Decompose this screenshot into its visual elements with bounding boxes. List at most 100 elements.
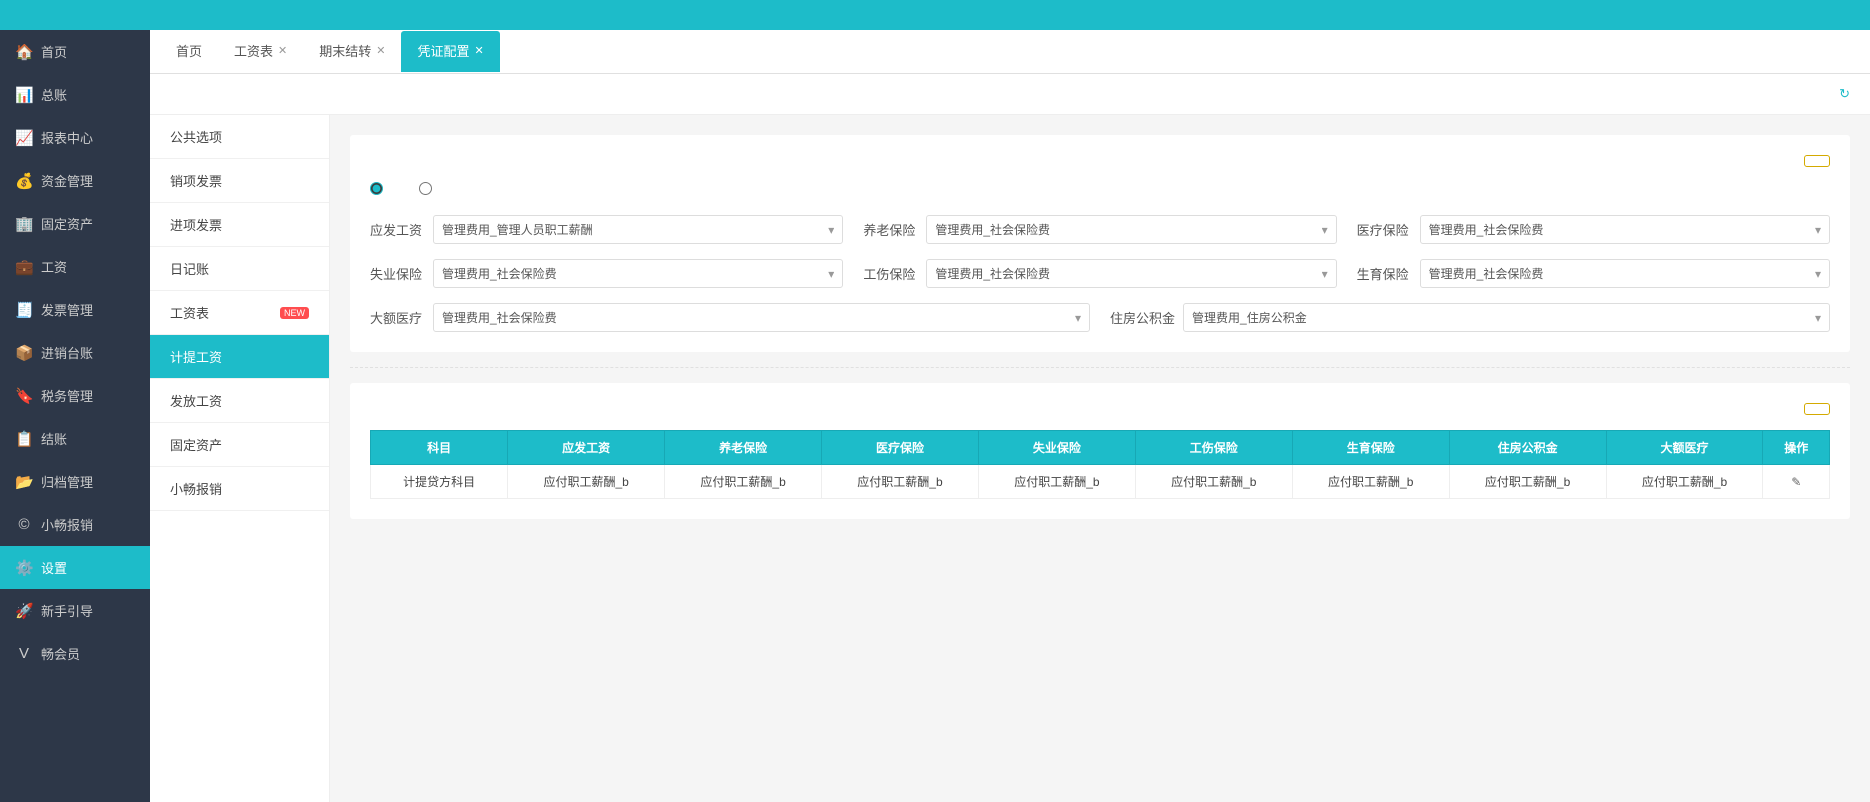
tab-period-close[interactable]: 期末结转 ✕ bbox=[303, 31, 401, 72]
table-cell: 应付职工薪酬_b bbox=[1292, 465, 1449, 499]
tab-close-salary-table[interactable]: ✕ bbox=[278, 44, 287, 57]
edit-icon[interactable]: ✎ bbox=[1791, 475, 1801, 489]
form-label: 养老保险 bbox=[863, 220, 918, 239]
sub-menu-item-pay-salary[interactable]: 发放工资 bbox=[150, 379, 329, 423]
table-cell: 应付职工薪酬_b bbox=[508, 465, 665, 499]
debit-section-header bbox=[370, 155, 1830, 167]
form-select[interactable]: 管理费用_社会保险费 ▾ bbox=[433, 259, 843, 288]
tab-close-voucher-config[interactable]: ✕ bbox=[475, 44, 484, 57]
form-item: 生育保险 管理费用_社会保险费 ▾ bbox=[1357, 259, 1830, 288]
chevron-down-icon: ▾ bbox=[1815, 267, 1821, 281]
form-label: 工伤保险 bbox=[863, 264, 918, 283]
sidebar-icon-member: V bbox=[15, 645, 33, 662]
sub-menu-label-salary-table: 工资表 bbox=[170, 303, 209, 322]
form-select[interactable]: 管理费用_住房公积金 ▾ bbox=[1183, 303, 1830, 332]
sidebar-item-guide[interactable]: 🚀 新手引导 bbox=[0, 589, 150, 632]
chevron-down-icon: ▾ bbox=[1322, 223, 1328, 237]
sub-menu-item-credit-invoice[interactable]: 销项发票 bbox=[150, 159, 329, 203]
sidebar-item-salary[interactable]: 💼 工资 bbox=[0, 245, 150, 288]
sidebar-item-assets[interactable]: 🏢固定资产 bbox=[0, 202, 150, 245]
sidebar-item-reports[interactable]: 📈报表中心 bbox=[0, 116, 150, 159]
sidebar-label-archive: 归档管理 bbox=[41, 472, 93, 491]
sidebar-icon-salary: 💼 bbox=[15, 258, 33, 276]
table-header: 医疗保险 bbox=[822, 431, 979, 465]
form-select-value: 管理费用_社会保险费 bbox=[1429, 221, 1544, 238]
radio-basic[interactable] bbox=[370, 182, 389, 195]
table-cell: 应付职工薪酬_b bbox=[665, 465, 822, 499]
main-content: 应发工资 管理费用_管理人员职工薪酬 ▾ 养老保险 管理费用_社会保险费 ▾ 医… bbox=[330, 115, 1870, 802]
debit-form-row1: 应发工资 管理费用_管理人员职工薪酬 ▾ 养老保险 管理费用_社会保险费 ▾ 医… bbox=[370, 215, 1830, 244]
table-cell: 应付职工薪酬_b bbox=[978, 465, 1135, 499]
tab-close-period-close[interactable]: ✕ bbox=[376, 44, 385, 57]
sidebar-item-inventory[interactable]: 📦进销台账 bbox=[0, 331, 150, 374]
tab-voucher-config[interactable]: 凭证配置 ✕ bbox=[401, 31, 499, 72]
form-item: 住房公积金 管理费用_住房公积金 ▾ bbox=[1110, 303, 1830, 332]
form-select-value: 管理费用_社会保险费 bbox=[442, 265, 557, 282]
sidebar-label-salary: 工资 bbox=[41, 257, 67, 276]
form-select-value: 管理费用_社会保险费 bbox=[935, 221, 1050, 238]
form-select[interactable]: 管理费用_社会保险费 ▾ bbox=[1420, 215, 1830, 244]
credit-section-header bbox=[370, 403, 1830, 415]
form-select-value: 管理费用_社会保险费 bbox=[935, 265, 1050, 282]
sub-menu-item-public[interactable]: 公共选项 bbox=[150, 115, 329, 159]
sidebar-label-home: 首页 bbox=[41, 42, 67, 61]
credit-table: 科目应发工资养老保险医疗保险失业保险工伤保险生育保险住房公积金大额医疗操作 计提… bbox=[370, 430, 1830, 499]
sub-menu-item-xiao-expense[interactable]: 小畅报销 bbox=[150, 467, 329, 511]
debit-form-row2: 失业保险 管理费用_社会保险费 ▾ 工伤保险 管理费用_社会保险费 ▾ 生育保险… bbox=[370, 259, 1830, 288]
sidebar-item-member[interactable]: V畅会员 bbox=[0, 632, 150, 675]
sub-menu-label-public: 公共选项 bbox=[170, 127, 222, 146]
sidebar-item-funds[interactable]: 💰资金管理 bbox=[0, 159, 150, 202]
form-label: 生育保险 bbox=[1357, 264, 1412, 283]
radio-dept[interactable] bbox=[419, 182, 438, 195]
table-cell: 应付职工薪酬_b bbox=[1606, 465, 1763, 499]
form-select-value: 管理费用_住房公积金 bbox=[1192, 309, 1307, 326]
form-select[interactable]: 管理费用_管理人员职工薪酬 ▾ bbox=[433, 215, 843, 244]
tab-label-voucher-config: 凭证配置 bbox=[417, 41, 469, 60]
credit-section: 科目应发工资养老保险医疗保险失业保险工伤保险生育保险住房公积金大额医疗操作 计提… bbox=[350, 383, 1850, 519]
sidebar-icon-guide: 🚀 bbox=[15, 602, 33, 620]
chevron-down-icon: ▾ bbox=[1815, 223, 1821, 237]
sidebar-icon-settings: ⚙️ bbox=[15, 559, 33, 577]
form-select[interactable]: 管理费用_社会保险费 ▾ bbox=[1420, 259, 1830, 288]
refresh-button[interactable]: ↻ bbox=[1839, 86, 1850, 102]
tab-salary-table[interactable]: 工资表✕ bbox=[218, 31, 303, 72]
sidebar-icon-reports: 📈 bbox=[15, 129, 33, 147]
sub-menu-item-debit-invoice[interactable]: 进项发票 bbox=[150, 203, 329, 247]
form-label: 失业保险 bbox=[370, 264, 425, 283]
form-select-value: 管理费用_社会保险费 bbox=[442, 309, 557, 326]
form-label: 应发工资 bbox=[370, 220, 425, 239]
sidebar-item-home[interactable]: 🏠首页 bbox=[0, 30, 150, 73]
sub-menu-item-fixed-assets[interactable]: 固定资产 bbox=[150, 423, 329, 467]
credit-auto-match-button[interactable] bbox=[1804, 403, 1830, 415]
form-item: 失业保险 管理费用_社会保险费 ▾ bbox=[370, 259, 843, 288]
table-header: 失业保险 bbox=[978, 431, 1135, 465]
sub-menu-item-journal[interactable]: 日记账 bbox=[150, 247, 329, 291]
tab-home[interactable]: 首页 bbox=[160, 31, 218, 72]
tab-label-period-close: 期末结转 bbox=[319, 41, 371, 60]
debit-form-row3: 大额医疗 管理费用_社会保险费 ▾ 住房公积金 管理费用_住房公积金 ▾ bbox=[370, 303, 1830, 332]
page-header: ↻ bbox=[150, 74, 1870, 115]
debit-auto-match-button[interactable] bbox=[1804, 155, 1830, 167]
sidebar-item-tax[interactable]: 🔖税务管理 bbox=[0, 374, 150, 417]
form-item: 工伤保险 管理费用_社会保险费 ▾ bbox=[863, 259, 1336, 288]
table-cell-edit[interactable]: ✎ bbox=[1763, 465, 1830, 499]
sub-menu-item-salary-table[interactable]: 工资表NEW bbox=[150, 291, 329, 335]
form-item: 大额医疗 管理费用_社会保险费 ▾ bbox=[370, 303, 1090, 332]
form-select[interactable]: 管理费用_社会保险费 ▾ bbox=[926, 215, 1336, 244]
sidebar-item-settings[interactable]: ⚙️设置 bbox=[0, 546, 150, 589]
sidebar-label-assets: 固定资产 bbox=[41, 214, 93, 233]
sidebar-icon-invoice: 🧾 bbox=[15, 301, 33, 319]
sidebar-item-ledger[interactable]: 📊总账 bbox=[0, 73, 150, 116]
sidebar-icon-close: 📋 bbox=[15, 430, 33, 448]
sidebar-label-guide: 新手引导 bbox=[41, 601, 93, 620]
sidebar-item-xiao-report[interactable]: ©小畅报销 bbox=[0, 503, 150, 546]
sub-menu-item-calc-salary[interactable]: 计提工资 bbox=[150, 335, 329, 379]
form-select[interactable]: 管理费用_社会保险费 ▾ bbox=[433, 303, 1090, 332]
sidebar-item-close[interactable]: 📋结账 bbox=[0, 417, 150, 460]
content-wrapper: 公共选项销项发票进项发票日记账工资表NEW计提工资发放工资固定资产小畅报销 bbox=[150, 115, 1870, 802]
sub-menu-label-debit-invoice: 进项发票 bbox=[170, 215, 222, 234]
sidebar-item-archive[interactable]: 📂归档管理 bbox=[0, 460, 150, 503]
table-header: 住房公积金 bbox=[1449, 431, 1606, 465]
sidebar-item-invoice[interactable]: 🧾发票管理 bbox=[0, 288, 150, 331]
form-select[interactable]: 管理费用_社会保险费 ▾ bbox=[926, 259, 1336, 288]
